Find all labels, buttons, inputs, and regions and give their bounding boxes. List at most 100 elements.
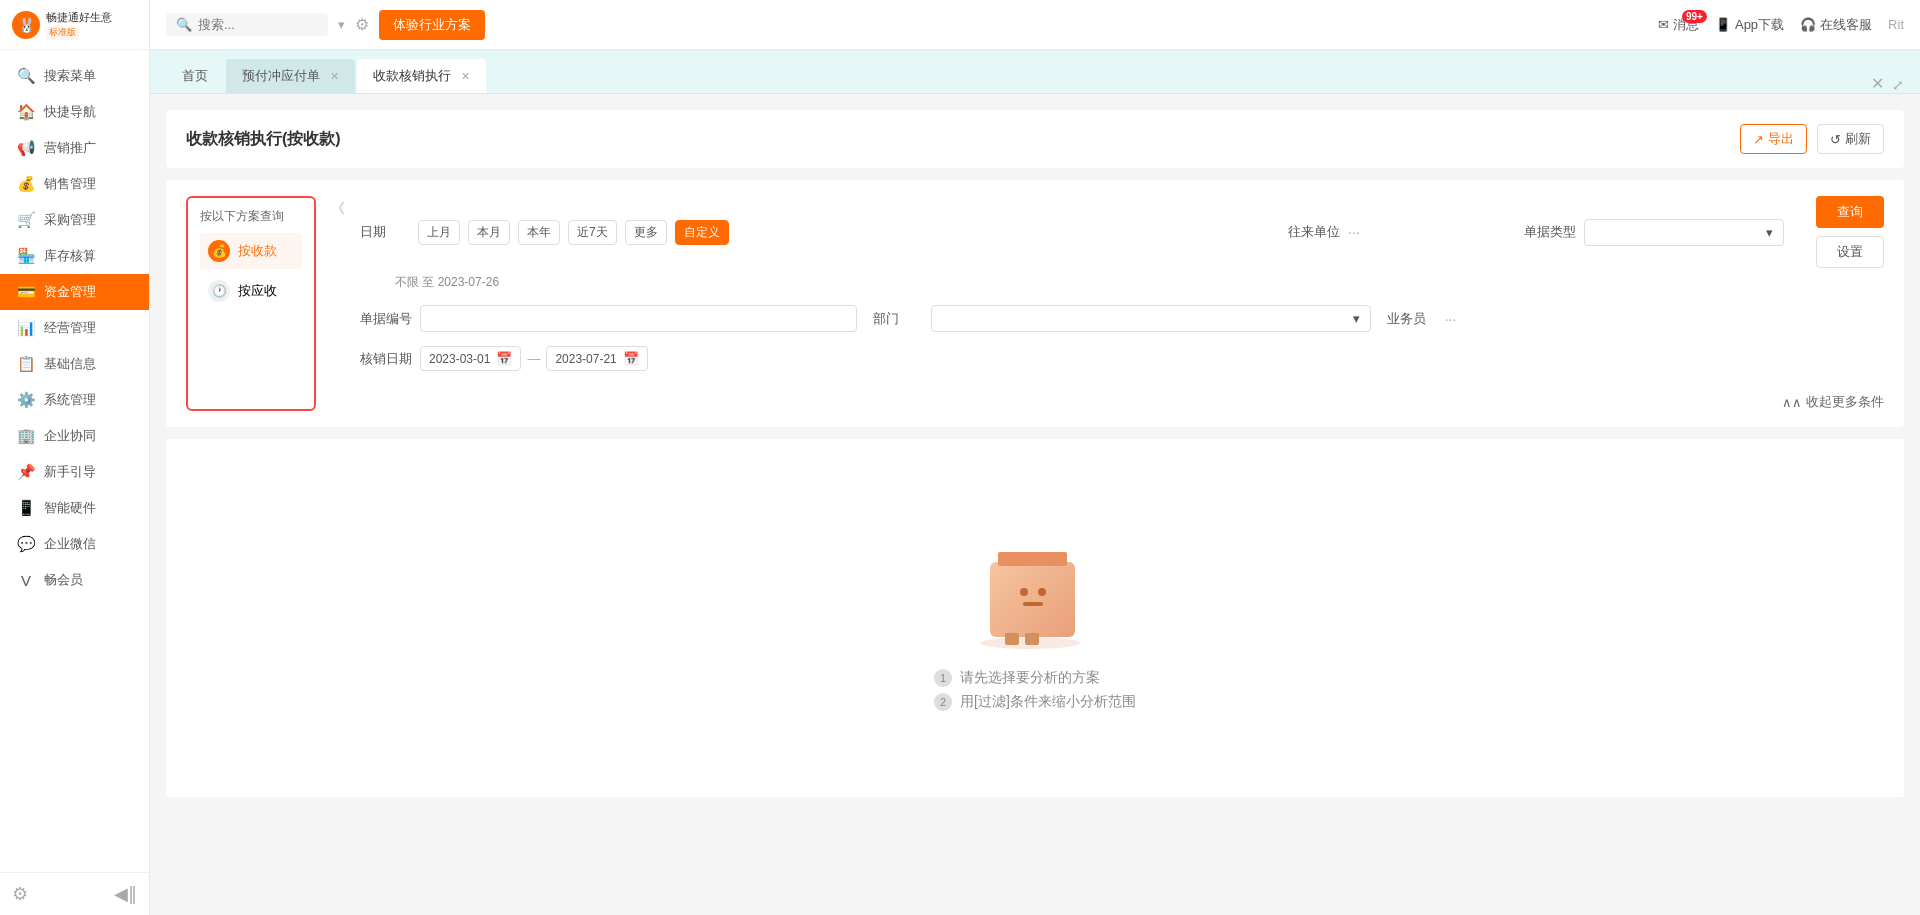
query-btn[interactable]: 查询: [1816, 196, 1884, 228]
solution-btn[interactable]: 体验行业方案: [379, 10, 485, 40]
right-leg: [1025, 633, 1039, 645]
user-name: Rit: [1888, 17, 1904, 32]
tabbar: 首页 预付冲应付单 ✕ 收款核销执行 ✕ ✕ ⤢: [150, 50, 1920, 94]
settings-icon[interactable]: ⚙: [12, 883, 28, 905]
online-service-btn[interactable]: 🎧 在线客服: [1800, 16, 1872, 34]
nav-label-quick: 快捷导航: [44, 103, 96, 121]
nav-label-corp: 企业协同: [44, 427, 96, 445]
empty-illustration: [965, 519, 1105, 649]
nav-icon-member: V: [16, 572, 36, 589]
date-btn-this-year[interactable]: 本年: [518, 220, 560, 245]
topbar-search-input[interactable]: [198, 17, 318, 32]
receivable-option-label: 按应收: [238, 282, 277, 300]
date-field: 日期 上月 本月 本年 近7天 更多 自定义: [360, 220, 1272, 245]
empty-hint-2-text: 用[过滤]条件来缩小分析范围: [960, 693, 1136, 711]
write-off-start-value: 2023-03-01: [429, 352, 490, 366]
refresh-btn[interactable]: ↺ 刷新: [1817, 124, 1884, 154]
topbar-search-area[interactable]: 🔍: [166, 13, 328, 36]
nav-label-inventory: 库存核算: [44, 247, 96, 265]
sidebar-item-wechat[interactable]: 💬 企业微信: [0, 526, 149, 562]
nav-label-finance: 资金管理: [44, 283, 96, 301]
more-conditions-btn[interactable]: ∧∧ 收起更多条件: [360, 393, 1884, 411]
page-actions: ↗ 导出 ↺ 刷新: [1740, 124, 1884, 154]
partner-selector[interactable]: ···: [1348, 224, 1360, 240]
prepay-tab-close-icon[interactable]: ✕: [330, 70, 339, 83]
filter-row-2: 单据编号 部门 ▾ 业务员 ···: [360, 305, 1884, 332]
date-btn-last-month[interactable]: 上月: [418, 220, 460, 245]
sidebar-item-finance[interactable]: 💳 资金管理: [0, 274, 149, 310]
filter-fields: 日期 上月 本月 本年 近7天 更多 自定义 往来单位: [360, 196, 1884, 411]
date-btn-7days[interactable]: 近7天: [568, 220, 617, 245]
nav-icon-system: ⚙️: [16, 391, 36, 409]
nav-label-marketing: 营销推广: [44, 139, 96, 157]
tab-home[interactable]: 首页: [166, 59, 224, 93]
date-btn-custom[interactable]: 自定义: [675, 220, 729, 245]
filter-scheme-selector: 按以下方案查询 💰 按收款 🕐 按应收: [186, 196, 316, 411]
export-icon: ↗: [1753, 132, 1764, 147]
date-btn-this-month[interactable]: 本月: [468, 220, 510, 245]
doc-type-label: 单据类型: [1524, 223, 1576, 241]
right-eye: [1038, 588, 1046, 596]
date-btn-more[interactable]: 更多: [625, 220, 667, 245]
filter-section-title: 按以下方案查询: [200, 208, 302, 225]
doc-type-select[interactable]: ▾: [1584, 219, 1784, 246]
sidebar-item-inventory[interactable]: 🏪 库存核算: [0, 238, 149, 274]
sidebar-logo: 🐰 畅捷通好生意 标准版: [0, 0, 149, 50]
doc-no-label: 单据编号: [360, 310, 412, 328]
collapse-icon[interactable]: ◀‖: [114, 883, 137, 905]
message-btn[interactable]: ✉ 消息 99+: [1658, 16, 1699, 34]
filter-option-by-receipt[interactable]: 💰 按收款: [200, 233, 302, 269]
home-tab-label: 首页: [182, 67, 208, 85]
sidebar-item-corp[interactable]: 🏢 企业协同: [0, 418, 149, 454]
write-off-end-input[interactable]: 2023-07-21 📅: [546, 346, 647, 371]
sidebar: 🐰 畅捷通好生意 标准版 🔍 搜索菜单 🏠 快捷导航 📢 营销推广 💰 销售管理…: [0, 0, 150, 915]
nav-icon-operation: 📊: [16, 319, 36, 337]
window-expand-icon[interactable]: ⤢: [1892, 77, 1904, 93]
tab-receipt-write-off[interactable]: 收款核销执行 ✕: [357, 59, 486, 93]
nav-icon-guide: 📌: [16, 463, 36, 481]
export-btn[interactable]: ↗ 导出: [1740, 124, 1807, 154]
app-download-btn[interactable]: 📱 App下载: [1715, 16, 1784, 34]
doc-no-input[interactable]: [420, 305, 857, 332]
empty-hint-1: 1 请先选择要分析的方案: [934, 669, 1136, 687]
search-icon: 🔍: [176, 17, 192, 32]
sidebar-item-marketing[interactable]: 📢 营销推广: [0, 130, 149, 166]
topbar-chevron-icon[interactable]: ▾: [338, 17, 345, 32]
write-off-end-value: 2023-07-21: [555, 352, 616, 366]
nav-icon-wechat: 💬: [16, 535, 36, 553]
filter-action-buttons: 查询 设置: [1816, 196, 1884, 268]
nav-icon-quick: 🏠: [16, 103, 36, 121]
staff-label: 业务员: [1387, 310, 1437, 328]
filter-row-3: 核销日期 2023-03-01 📅 — 2023-07-21 📅: [360, 346, 1884, 371]
sidebar-item-operation[interactable]: 📊 经营管理: [0, 310, 149, 346]
sidebar-item-system[interactable]: ⚙️ 系统管理: [0, 382, 149, 418]
sidebar-item-guide[interactable]: 📌 新手引导: [0, 454, 149, 490]
logo-name: 畅捷通好生意: [46, 10, 112, 24]
sidebar-item-purchase[interactable]: 🛒 采购管理: [0, 202, 149, 238]
receipt-tab-close-icon[interactable]: ✕: [461, 70, 470, 83]
dept-label: 部门: [873, 310, 923, 328]
left-eye: [1020, 588, 1028, 596]
nav-label-system: 系统管理: [44, 391, 96, 409]
sidebar-item-member[interactable]: V 畅会员: [0, 562, 149, 598]
message-icon: ✉: [1658, 17, 1669, 32]
filter-option-by-receivable[interactable]: 🕐 按应收: [200, 273, 302, 309]
staff-field: 业务员 ···: [1387, 310, 1884, 328]
sidebar-item-hardware[interactable]: 📱 智能硬件: [0, 490, 149, 526]
staff-selector[interactable]: ···: [1445, 311, 1457, 327]
sidebar-item-search[interactable]: 🔍 搜索菜单: [0, 58, 149, 94]
window-close-icon[interactable]: ✕: [1871, 74, 1884, 93]
write-off-start-input[interactable]: 2023-03-01 📅: [420, 346, 521, 371]
gear-icon[interactable]: ⚙: [355, 15, 369, 34]
service-label: 在线客服: [1820, 16, 1872, 34]
user-area[interactable]: Rit: [1888, 17, 1904, 32]
setting-btn[interactable]: 设置: [1816, 236, 1884, 268]
dept-select[interactable]: ▾: [931, 305, 1370, 332]
sidebar-item-quick[interactable]: 🏠 快捷导航: [0, 94, 149, 130]
sidebar-item-basic[interactable]: 📋 基础信息: [0, 346, 149, 382]
sidebar-item-sales[interactable]: 💰 销售管理: [0, 166, 149, 202]
tab-prepay[interactable]: 预付冲应付单 ✕: [226, 59, 355, 93]
prepay-tab-label: 预付冲应付单: [242, 67, 320, 85]
receipt-option-icon: 💰: [208, 240, 230, 262]
filter-collapse-btn[interactable]: 《: [328, 196, 348, 411]
